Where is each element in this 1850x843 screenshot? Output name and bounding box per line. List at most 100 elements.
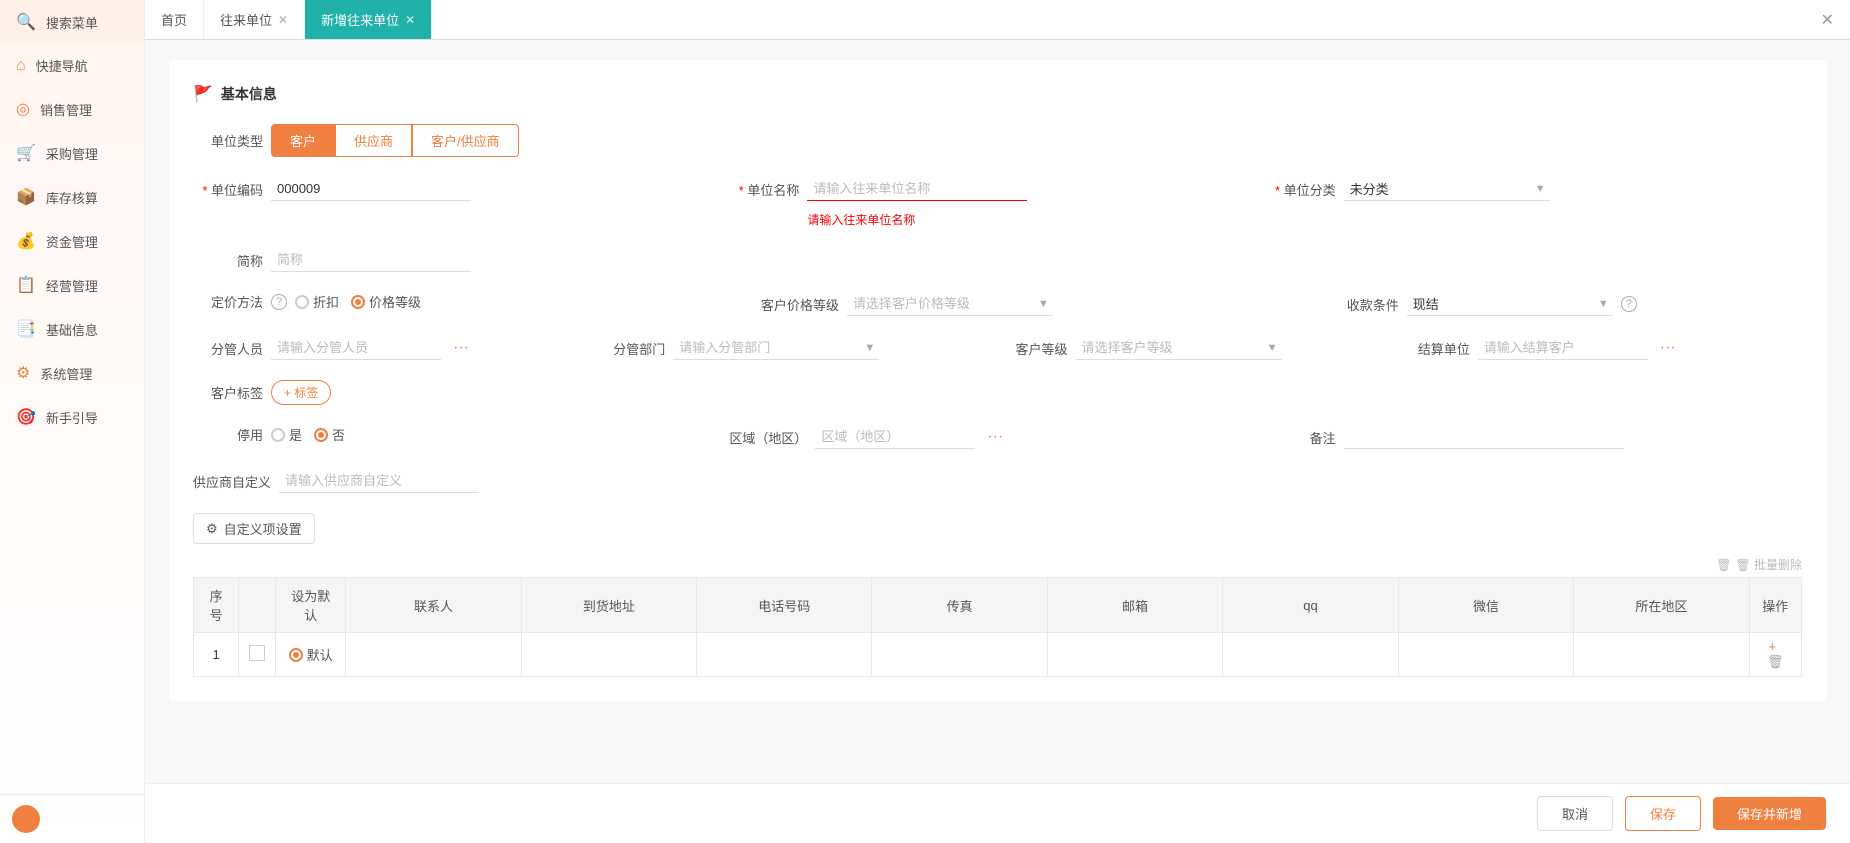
sidebar-item-sales[interactable]: ◎ 销售管理 [0, 87, 144, 131]
unit-category-label: 单位分类 [1266, 180, 1336, 199]
batch-delete-area: 🗑 🗑 批量删除 [193, 556, 1802, 573]
pricing-help-icon[interactable]: ? [271, 294, 287, 310]
sidebar-item-basic[interactable]: 📑 基础信息 [0, 307, 144, 351]
sidebar-item-label: 搜索菜单 [46, 13, 98, 32]
cell-checkbox[interactable] [239, 633, 276, 677]
unit-name-input[interactable] [807, 177, 1027, 201]
row-delete-btn[interactable]: 🗑 [1767, 654, 1784, 669]
row-add-btn[interactable]: + [1768, 639, 1776, 654]
table-row: 1 默认 [194, 633, 1802, 677]
qq-input[interactable] [1233, 647, 1388, 662]
finance-icon: 💰 [16, 231, 36, 251]
customer-tag-label: 客户标签 [193, 383, 263, 402]
custom-settings-button[interactable]: ⚙ 自定义项设置 [193, 513, 315, 544]
row-checkbox[interactable] [249, 645, 265, 661]
unit-type-both-btn[interactable]: 客户/供应商 [412, 124, 519, 157]
sidebar-item-guide[interactable]: 🎯 新手引导 [0, 395, 144, 439]
pricing-level-radio[interactable]: 价格等级 [351, 292, 421, 311]
cell-region[interactable] [1574, 633, 1749, 677]
col-action: 操作 [1749, 578, 1801, 633]
settlement-unit-more-btn[interactable]: ··· [1656, 339, 1680, 357]
email-input[interactable] [1058, 647, 1212, 662]
department-select[interactable] [673, 336, 879, 360]
disabled-yes-radio[interactable]: 是 [271, 425, 302, 444]
payment-terms-help-icon[interactable]: ? [1621, 296, 1637, 312]
sidebar: 🔍 搜索菜单 ⌂ 快捷导航 ◎ 销售管理 🛒 采购管理 📦 库存核算 💰 资金管… [0, 0, 145, 843]
unit-code-input[interactable] [271, 177, 471, 201]
guide-icon: 🎯 [16, 407, 36, 427]
contact-input[interactable] [356, 647, 510, 662]
cell-email[interactable] [1047, 633, 1222, 677]
pricing-discount-radio[interactable]: 折扣 [295, 292, 339, 311]
save-new-button[interactable]: 保存并新增 [1713, 797, 1826, 830]
sales-icon: ◎ [16, 99, 30, 119]
tab-new-counterparty-close[interactable]: ✕ [405, 13, 415, 27]
price-level-radio-circle [351, 295, 365, 309]
payment-terms-select[interactable] [1407, 292, 1613, 316]
system-icon: ⚙ [16, 363, 30, 383]
cell-contact[interactable] [346, 633, 521, 677]
batch-delete-label[interactable]: 🗑 批量删除 [1735, 556, 1802, 573]
disabled-no-label: 否 [332, 425, 345, 444]
unit-name-label: 单位名称 [729, 180, 799, 199]
cell-qq[interactable] [1223, 633, 1399, 677]
sidebar-item-search[interactable]: 🔍 搜索菜单 [0, 0, 144, 44]
short-name-input[interactable] [271, 248, 471, 272]
col-region: 所在地区 [1574, 578, 1749, 633]
cell-wechat[interactable] [1398, 633, 1573, 677]
manager-label: 分管人员 [193, 339, 263, 358]
disabled-yes-circle [271, 428, 285, 442]
payment-terms-group: 收款条件 ▼ ? [1329, 292, 1802, 316]
region-more-btn[interactable]: ··· [983, 428, 1007, 446]
settlement-unit-label: 结算单位 [1400, 339, 1470, 358]
basic-icon: 📑 [16, 319, 36, 339]
customer-level-select[interactable] [1076, 336, 1282, 360]
sidebar-item-finance[interactable]: 💰 资金管理 [0, 219, 144, 263]
sidebar-item-inventory[interactable]: 📦 库存核算 [0, 175, 144, 219]
customer-level-label: 客户等级 [998, 339, 1068, 358]
window-close-button[interactable]: ✕ [1805, 10, 1850, 30]
manager-input[interactable] [271, 336, 441, 360]
tab-home[interactable]: 首页 [145, 0, 204, 39]
remark-input[interactable] [1344, 425, 1624, 449]
disabled-no-radio[interactable]: 否 [314, 425, 345, 444]
cancel-button[interactable]: 取消 [1537, 796, 1613, 831]
default-radio[interactable]: 默认 [286, 645, 335, 664]
pricing-row: 定价方法 ? 折扣 价格等级 客户价格等级 [193, 292, 1802, 316]
sidebar-item-operations[interactable]: 📋 经营管理 [0, 263, 144, 307]
settings-icon: ⚙ [206, 521, 218, 537]
region-input-cell[interactable] [1584, 647, 1738, 662]
fax-input[interactable] [882, 647, 1036, 662]
unit-type-supplier-btn[interactable]: 供应商 [335, 124, 412, 157]
unit-type-customer-btn[interactable]: 客户 [271, 124, 335, 157]
sidebar-item-system[interactable]: ⚙ 系统管理 [0, 351, 144, 395]
region-input[interactable] [815, 425, 975, 449]
cell-fax[interactable] [872, 633, 1047, 677]
phone-input[interactable] [707, 647, 861, 662]
trash-icon: 🗑 [1716, 558, 1731, 572]
sidebar-item-purchase[interactable]: 🛒 采购管理 [0, 131, 144, 175]
save-button[interactable]: 保存 [1625, 796, 1701, 831]
tab-counterparty-close[interactable]: ✕ [278, 13, 288, 27]
price-level-label: 价格等级 [369, 292, 421, 311]
default-label: 默认 [307, 645, 333, 664]
unit-category-select[interactable] [1344, 177, 1550, 201]
remark-group: 备注 [1266, 425, 1802, 449]
tab-counterparty[interactable]: 往来单位 ✕ [204, 0, 305, 39]
unit-name-group: 单位名称 请输入往来单位名称 [729, 177, 1265, 228]
cell-phone[interactable] [697, 633, 872, 677]
col-contact: 联系人 [346, 578, 521, 633]
customer-price-level-select[interactable] [847, 292, 1053, 316]
add-tag-button[interactable]: + 标签 [271, 380, 331, 405]
section-title-text: 基本信息 [221, 84, 277, 104]
sidebar-item-quicknav[interactable]: ⌂ 快捷导航 [0, 44, 144, 87]
settlement-unit-input[interactable] [1478, 336, 1648, 360]
customer-price-level-group: 客户价格等级 ▼ [761, 292, 1329, 316]
cell-address[interactable] [521, 633, 696, 677]
unit-category-group: 单位分类 ▼ [1266, 177, 1802, 201]
manager-more-btn[interactable]: ··· [449, 339, 473, 357]
address-input[interactable] [532, 647, 686, 662]
supplier-custom-input[interactable] [279, 469, 479, 493]
tab-new-counterparty[interactable]: 新增往来单位 ✕ [305, 0, 432, 39]
wechat-input[interactable] [1409, 647, 1563, 662]
